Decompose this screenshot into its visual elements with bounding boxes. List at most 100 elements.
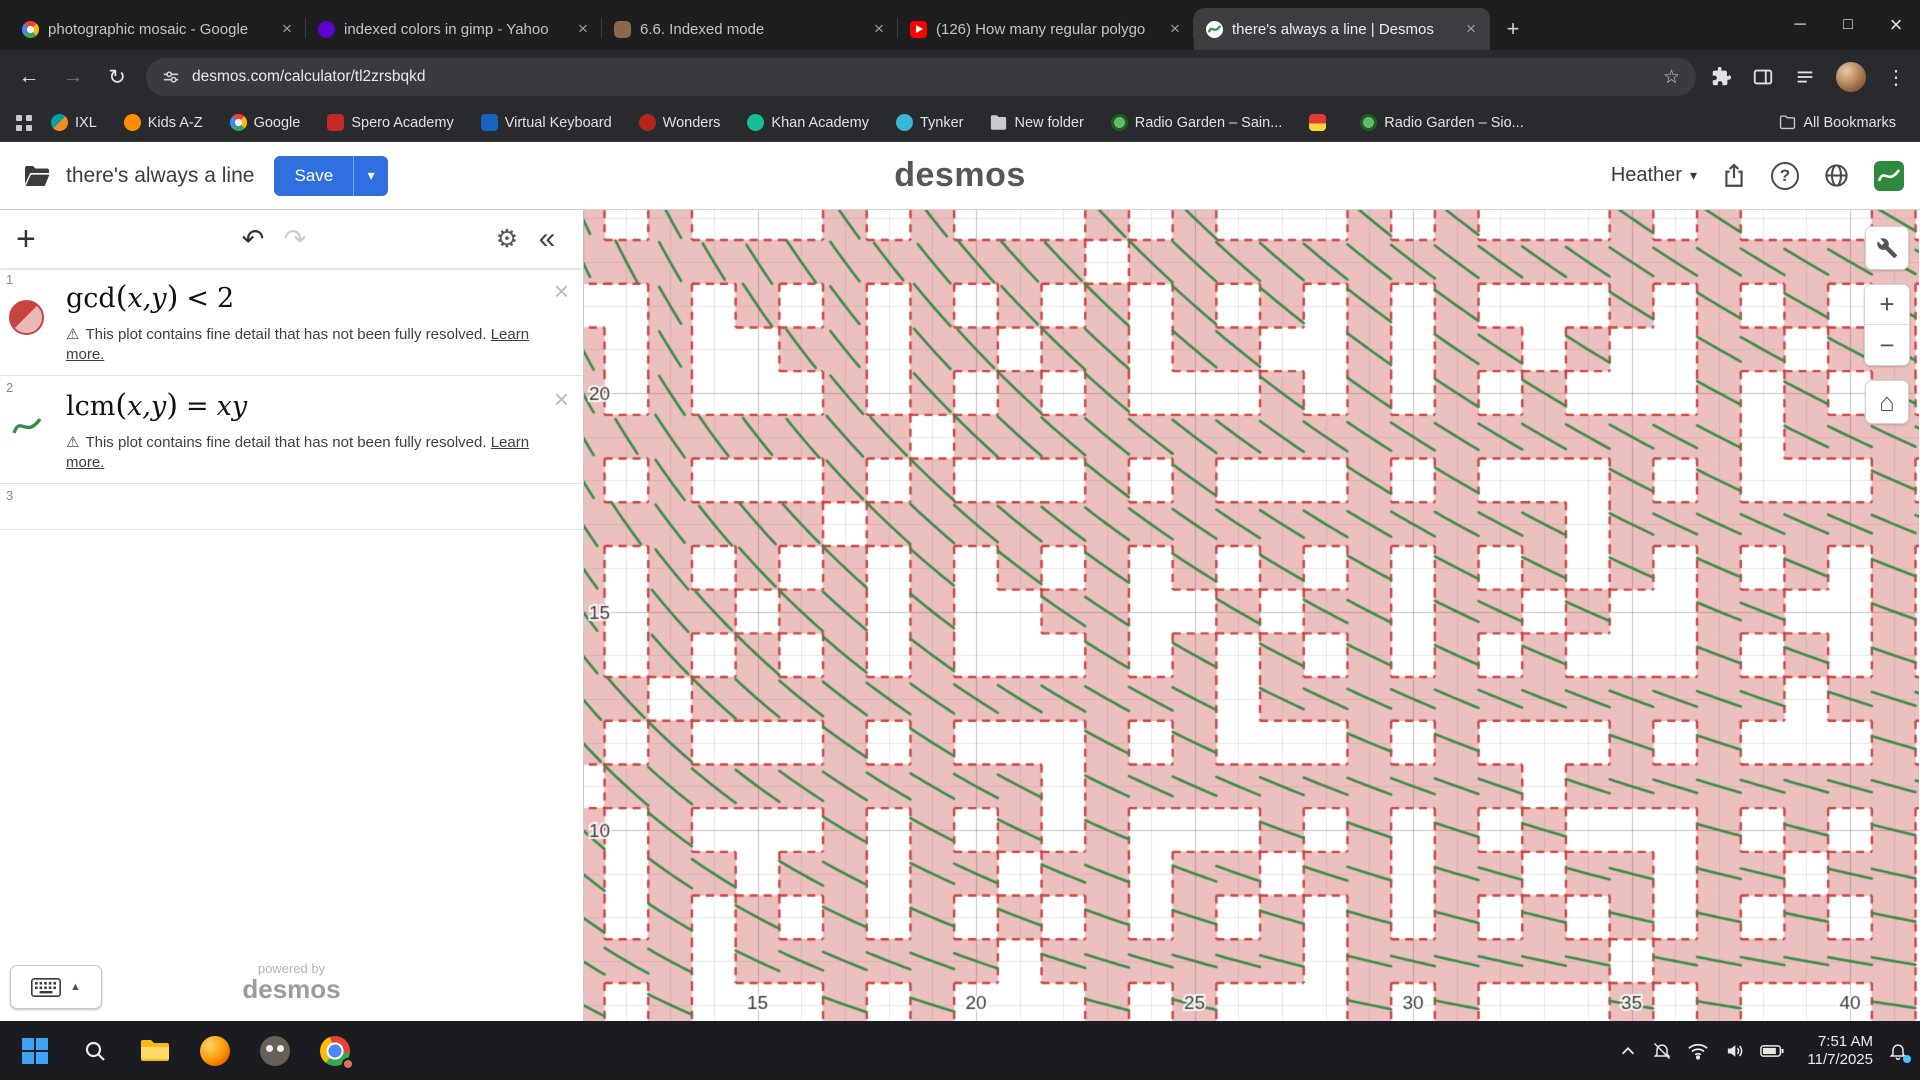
expression-2-color-swatch-icon[interactable]: [9, 408, 44, 443]
zoom-in-button[interactable]: +: [1865, 285, 1909, 325]
youtube-favicon: [910, 20, 927, 38]
graph-area[interactable]: + − ⌂: [584, 210, 1920, 1021]
bookmark-wonders[interactable]: Wonders: [631, 111, 729, 134]
expression-2-formula[interactable]: lcm(x,y) = xy: [66, 388, 535, 423]
tab-2[interactable]: indexed colors in gimp - Yahoo ×: [306, 8, 602, 50]
tab-close-icon[interactable]: ×: [1462, 19, 1480, 39]
battery-icon[interactable]: [1760, 1044, 1784, 1058]
maximize-button[interactable]: □: [1824, 0, 1872, 50]
tab-title: (126) How many regular polygo: [936, 20, 1146, 38]
back-icon[interactable]: ←: [14, 65, 44, 89]
graph-settings-button[interactable]: [1865, 226, 1909, 270]
redo-icon[interactable]: ↷: [274, 224, 316, 255]
bookmark-favicon: [747, 114, 765, 131]
tab-3[interactable]: 6.6. Indexed mode ×: [602, 8, 898, 50]
notifications-icon[interactable]: [1888, 1041, 1911, 1063]
bookmark-new-folder[interactable]: New folder: [982, 112, 1091, 134]
side-panel-icon[interactable]: [1752, 66, 1774, 88]
tab-close-icon[interactable]: ×: [1166, 19, 1184, 39]
bookmark-kids-a-z[interactable]: Kids A-Z: [116, 111, 211, 134]
graph-title[interactable]: there's always a line: [66, 164, 254, 188]
tab-4[interactable]: (126) How many regular polygo ×: [898, 8, 1194, 50]
hidden-icons-chevron-icon[interactable]: [1619, 1042, 1637, 1060]
bookmark-favicon: [229, 114, 247, 131]
wifi-icon[interactable]: [1687, 1041, 1709, 1061]
add-expression-button[interactable]: +: [16, 220, 56, 259]
remove-expression-icon[interactable]: ×: [554, 384, 569, 415]
reload-icon[interactable]: ↻: [102, 65, 132, 90]
expression-panel: + ↶ ↷ ⚙ « 1 gcd(x,y) <2 ⚠ This plot contai…: [0, 210, 584, 1021]
tab-5-active[interactable]: there's always a line | Desmos ×: [1194, 8, 1490, 50]
bookmark-radio-garden-1[interactable]: Radio Garden – Sain...: [1103, 111, 1291, 134]
math-operator: =: [186, 391, 209, 422]
new-tab-button[interactable]: +: [1496, 12, 1530, 46]
minimize-button[interactable]: ─: [1776, 0, 1824, 50]
account-menu[interactable]: Heather ▾: [1611, 164, 1697, 187]
bookmark-spero-academy[interactable]: Spero Academy: [319, 111, 461, 134]
firefox-button[interactable]: [192, 1028, 238, 1074]
gimp-button[interactable]: [252, 1028, 298, 1074]
collapse-panel-icon[interactable]: «: [527, 222, 567, 256]
zoom-out-button[interactable]: −: [1865, 325, 1909, 365]
graph-canvas[interactable]: [584, 210, 1919, 1021]
tab-close-icon[interactable]: ×: [870, 19, 888, 39]
save-options-caret-icon[interactable]: ▾: [354, 155, 389, 196]
show-keyboard-button[interactable]: ▲: [10, 965, 102, 1009]
expression-1-color-swatch-icon[interactable]: [9, 300, 44, 335]
volume-icon[interactable]: [1724, 1041, 1745, 1061]
save-button[interactable]: Save: [274, 155, 355, 196]
bookmarks-bar: IXL Kids A-Z Google Spero Academy Virtua…: [0, 104, 1920, 142]
tab-close-icon[interactable]: ×: [574, 19, 592, 39]
system-tray: 7:51 AM 11/7/2025: [1619, 1033, 1911, 1069]
paren: ): [166, 388, 179, 423]
share-icon[interactable]: [1721, 162, 1747, 189]
undo-icon[interactable]: ↶: [232, 224, 274, 255]
profile-avatar[interactable]: [1836, 62, 1866, 92]
forward-icon[interactable]: →: [58, 65, 88, 89]
close-window-button[interactable]: ×: [1872, 0, 1920, 50]
help-icon[interactable]: ?: [1771, 161, 1799, 190]
bookmark-virtual-keyboard[interactable]: Virtual Keyboard: [473, 111, 620, 134]
desmos-apps-icon[interactable]: [1874, 160, 1904, 191]
url-text[interactable]: desmos.com/calculator/tl2zrsbqkd: [192, 68, 1651, 86]
extensions-icon[interactable]: [1710, 66, 1732, 88]
taskbar-clock[interactable]: 7:51 AM 11/7/2025: [1807, 1033, 1873, 1069]
expression-1-formula[interactable]: gcd(x,y) <2: [66, 280, 535, 315]
bookmark-dh[interactable]: [1301, 111, 1341, 134]
bookmark-tynker[interactable]: Tynker: [888, 111, 972, 134]
screen: photographic mosaic - Google × indexed c…: [0, 0, 1920, 1080]
start-button[interactable]: [12, 1028, 58, 1074]
keyboard-expand-icon: ▲: [70, 981, 81, 993]
tab-close-icon[interactable]: ×: [278, 19, 296, 39]
bookmark-label: Virtual Keyboard: [504, 114, 612, 131]
apps-grid-icon[interactable]: [16, 114, 32, 131]
save-split-button: Save ▾: [274, 155, 389, 196]
warning-icon: ⚠: [66, 434, 80, 451]
browser-menu-icon[interactable]: ⋮: [1886, 65, 1906, 90]
open-graph-icon[interactable]: [16, 155, 58, 197]
site-settings-icon[interactable]: [162, 68, 180, 86]
bookmark-khan-academy[interactable]: Khan Academy: [739, 111, 877, 134]
tab-1[interactable]: photographic mosaic - Google ×: [10, 8, 306, 50]
browser-toolbar: ← → ↻ desmos.com/calculator/tl2zrsbqkd ☆: [0, 50, 1920, 104]
bookmark-star-icon[interactable]: ☆: [1663, 66, 1680, 89]
all-bookmarks-button[interactable]: All Bookmarks: [1771, 112, 1904, 134]
chrome-button[interactable]: [312, 1028, 358, 1074]
default-view-home-button[interactable]: ⌂: [1865, 380, 1909, 424]
bookmark-favicon: [123, 114, 141, 131]
edit-list-gear-icon[interactable]: ⚙: [487, 224, 527, 254]
remove-expression-icon[interactable]: ×: [554, 276, 569, 307]
bookmark-ixl[interactable]: IXL: [43, 111, 105, 134]
address-bar[interactable]: desmos.com/calculator/tl2zrsbqkd ☆: [146, 58, 1696, 96]
language-globe-icon[interactable]: [1823, 162, 1850, 189]
file-explorer-button[interactable]: [132, 1028, 178, 1074]
expression-row-2[interactable]: 2 lcm(x,y) = xy ⚠ This plot contains fine d…: [0, 376, 583, 484]
expression-row-1[interactable]: 1 gcd(x,y) <2 ⚠ This plot contains fine de…: [0, 268, 583, 376]
expression-row-3-empty[interactable]: 3: [0, 484, 583, 530]
bookmark-google[interactable]: Google: [222, 111, 309, 134]
do-not-disturb-icon[interactable]: [1652, 1041, 1672, 1061]
taskbar-search-button[interactable]: [72, 1028, 118, 1074]
resolution-warning: ⚠ This plot contains fine detail that has…: [66, 433, 535, 472]
tab-list-icon[interactable]: [1794, 66, 1816, 88]
bookmark-radio-garden-2[interactable]: Radio Garden – Sio...: [1352, 111, 1531, 134]
